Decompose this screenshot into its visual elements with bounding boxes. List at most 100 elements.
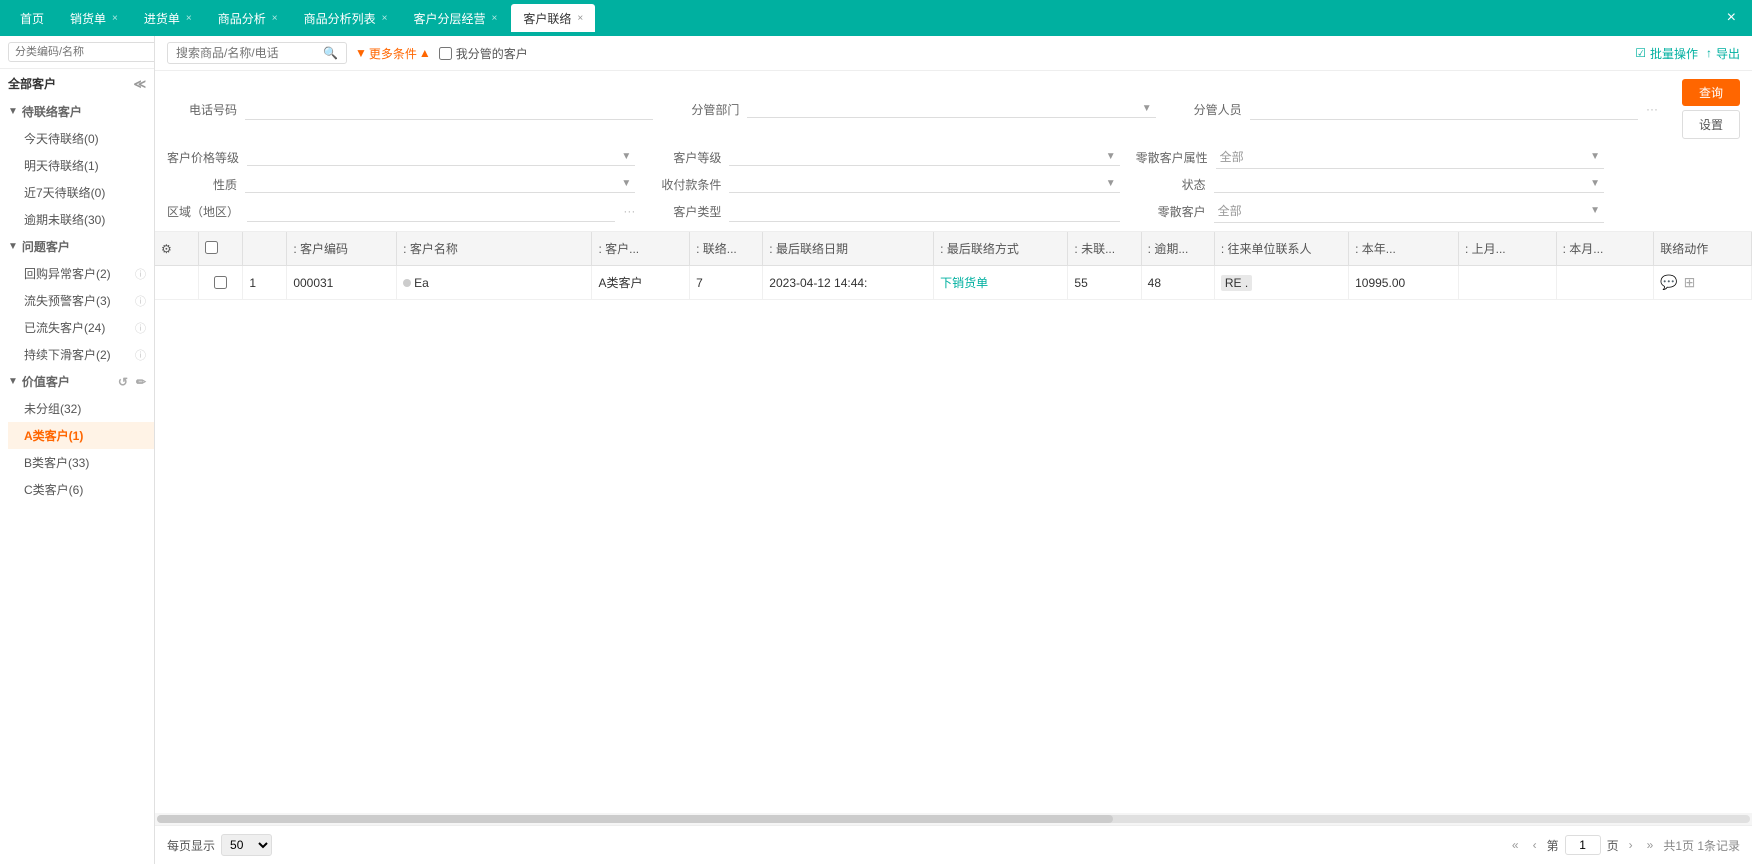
value-customers-refresh[interactable]: ↺ [118,375,128,389]
cell-last-method[interactable]: 下销货单 [934,266,1068,300]
col-last-date[interactable]: : 最后联络日期 [763,232,934,266]
manager-dots[interactable]: ··· [1646,102,1658,116]
customer-type-input[interactable] [729,201,1119,222]
row-checkbox[interactable] [214,276,227,289]
retail-customer-select[interactable]: 全部 ▼ [1214,199,1604,223]
close-customer-contact-tab[interactable]: × [577,13,583,24]
filter-more-button[interactable]: ▼ 更多条件 ▲ [355,45,431,62]
churned-item[interactable]: 已流失客户(24) ⓘ [8,314,154,341]
pending-contact-group: 今天待联络(0) 明天待联络(1) 近7天待联络(0) 逾期未联络(30) [0,125,154,233]
cell-code[interactable]: 000031 [287,266,397,300]
close-analysis-list-tab[interactable]: × [382,13,388,24]
price-grade-filter: 客户价格等级 ▼ [167,148,635,166]
ungroup-item[interactable]: 未分组(32) [8,395,154,422]
retail-attr-select[interactable]: 全部 ▼ [1216,145,1604,169]
nav-tab-customer-segment[interactable]: 客户分层经营 × [401,4,509,32]
nav-tab-purchase[interactable]: 进货单 × [132,4,204,32]
horizontal-scrollbar[interactable] [155,813,1752,825]
col-checkbox[interactable] [199,232,243,266]
collapse-icon[interactable]: ≪ [133,77,146,91]
select-all-checkbox[interactable] [205,241,218,254]
customer-grade-select[interactable]: ▼ [729,148,1119,166]
unit-contact-badge: RE . [1221,275,1252,291]
close-customer-segment-tab[interactable]: × [491,13,497,24]
search-icon[interactable]: 🔍 [323,46,338,60]
table-body: 1 000031 Ea A类客户 7 2023-04-12 14:44: 下销货… [155,266,1752,300]
last-method-link[interactable]: 下销货单 [940,276,988,290]
batch-check-icon: ☑ [1635,46,1646,60]
retail-customer-filter: 零散客户 全部 ▼ [1136,199,1604,223]
cell-checkbox[interactable] [199,266,243,300]
col-name[interactable]: : 客户名称 [397,232,592,266]
gear-icon[interactable]: ⚙ [161,242,172,256]
b-class-item[interactable]: B类客户(33) [8,449,154,476]
col-this-year[interactable]: : 本年... [1349,232,1459,266]
declining-item[interactable]: 持续下滑客户(2) ⓘ [8,341,154,368]
page-number-input[interactable] [1565,835,1601,855]
nav-tab-analysis[interactable]: 商品分析 × [206,4,290,32]
region-input[interactable] [247,201,615,222]
week-contact-item[interactable]: 近7天待联络(0) [8,179,154,206]
toolbar: 🔍 ▼ 更多条件 ▲ 我分管的客户 ☑ 批量操作 ↑ 导出 [155,36,1752,71]
tomorrow-contact-item[interactable]: 明天待联络(1) [8,152,154,179]
close-sales-tab[interactable]: × [112,13,118,24]
search-box[interactable]: 🔍 [167,42,347,64]
window-close-button[interactable]: × [1719,9,1744,26]
c-class-item[interactable]: C类客户(6) [8,476,154,503]
col-code[interactable]: : 客户编码 [287,232,397,266]
next-page-btn[interactable]: › [1625,836,1637,854]
region-dots[interactable]: ··· [623,204,635,218]
repurchase-abnormal-item[interactable]: 回购异常客户(2) ⓘ [8,260,154,287]
last-page-btn[interactable]: » [1643,836,1658,854]
help-icon-churn-warning: ⓘ [135,293,146,309]
col-unit-contact[interactable]: : 往来单位联系人 [1214,232,1348,266]
price-grade-select[interactable]: ▼ [247,148,635,166]
col-last-method[interactable]: : 最后联络方式 [934,232,1068,266]
status-select[interactable]: ▼ [1214,175,1604,193]
nav-tab-customer-contact[interactable]: 客户联络 × [511,4,595,32]
value-customers-header[interactable]: ▼ 价值客户 ↺ ✏ [0,368,154,395]
sidebar-search-input[interactable] [8,42,155,62]
first-page-btn[interactable]: « [1508,836,1523,854]
col-contact[interactable]: : 联络... [690,232,763,266]
col-settings[interactable]: ⚙ [155,232,199,266]
col-separator-method: : [940,242,943,256]
problem-customers-header[interactable]: ▼ 问题客户 [0,233,154,260]
batch-op-button[interactable]: ☑ 批量操作 [1635,45,1698,62]
overdue-contact-item[interactable]: 逾期未联络(30) [8,206,154,233]
nav-tab-sales[interactable]: 销货单 × [58,4,130,32]
export-button[interactable]: ↑ 导出 [1706,45,1740,62]
all-customers-header[interactable]: 全部客户 ≪ [0,69,154,98]
phone-input[interactable] [245,99,653,120]
scrollbar-thumb[interactable] [157,815,1113,823]
grid-action-icon[interactable]: ⊞ [1684,274,1696,291]
dept-select[interactable]: ▼ [747,100,1155,118]
close-purchase-tab[interactable]: × [186,13,192,24]
nav-tab-analysis-list[interactable]: 商品分析列表 × [292,4,400,32]
chat-action-icon[interactable]: 💬 [1660,274,1677,291]
nature-select[interactable]: ▼ [245,175,635,193]
query-button[interactable]: 查询 [1682,79,1740,106]
prev-page-btn[interactable]: ‹ [1529,836,1541,854]
col-overdue[interactable]: : 逾期... [1141,232,1214,266]
search-input[interactable] [176,46,319,60]
today-contact-item[interactable]: 今天待联络(0) [8,125,154,152]
payment-select[interactable]: ▼ [729,175,1119,193]
churn-warning-item[interactable]: 流失预警客户(3) ⓘ [8,287,154,314]
page-size-select[interactable]: 20 50 100 [221,834,272,856]
col-this-month[interactable]: : 本月... [1556,232,1654,266]
col-grade[interactable]: : 客户... [592,232,690,266]
nav-tab-home[interactable]: 首页 [8,4,56,32]
cell-name[interactable]: Ea [397,266,592,300]
value-customers-edit[interactable]: ✏ [136,375,146,389]
a-class-item[interactable]: A类客户(1) [8,422,154,449]
manager-input[interactable] [1250,99,1638,120]
close-analysis-tab[interactable]: × [272,13,278,24]
setting-button[interactable]: 设置 [1682,110,1740,139]
my-customers-check[interactable] [439,47,452,60]
col-no-contact[interactable]: : 未联... [1068,232,1141,266]
pending-contact-header[interactable]: ▼ 待联络客户 [0,98,154,125]
col-last-month[interactable]: : 上月... [1458,232,1556,266]
help-icon-churned: ⓘ [135,320,146,336]
my-customers-checkbox[interactable]: 我分管的客户 [439,45,528,62]
